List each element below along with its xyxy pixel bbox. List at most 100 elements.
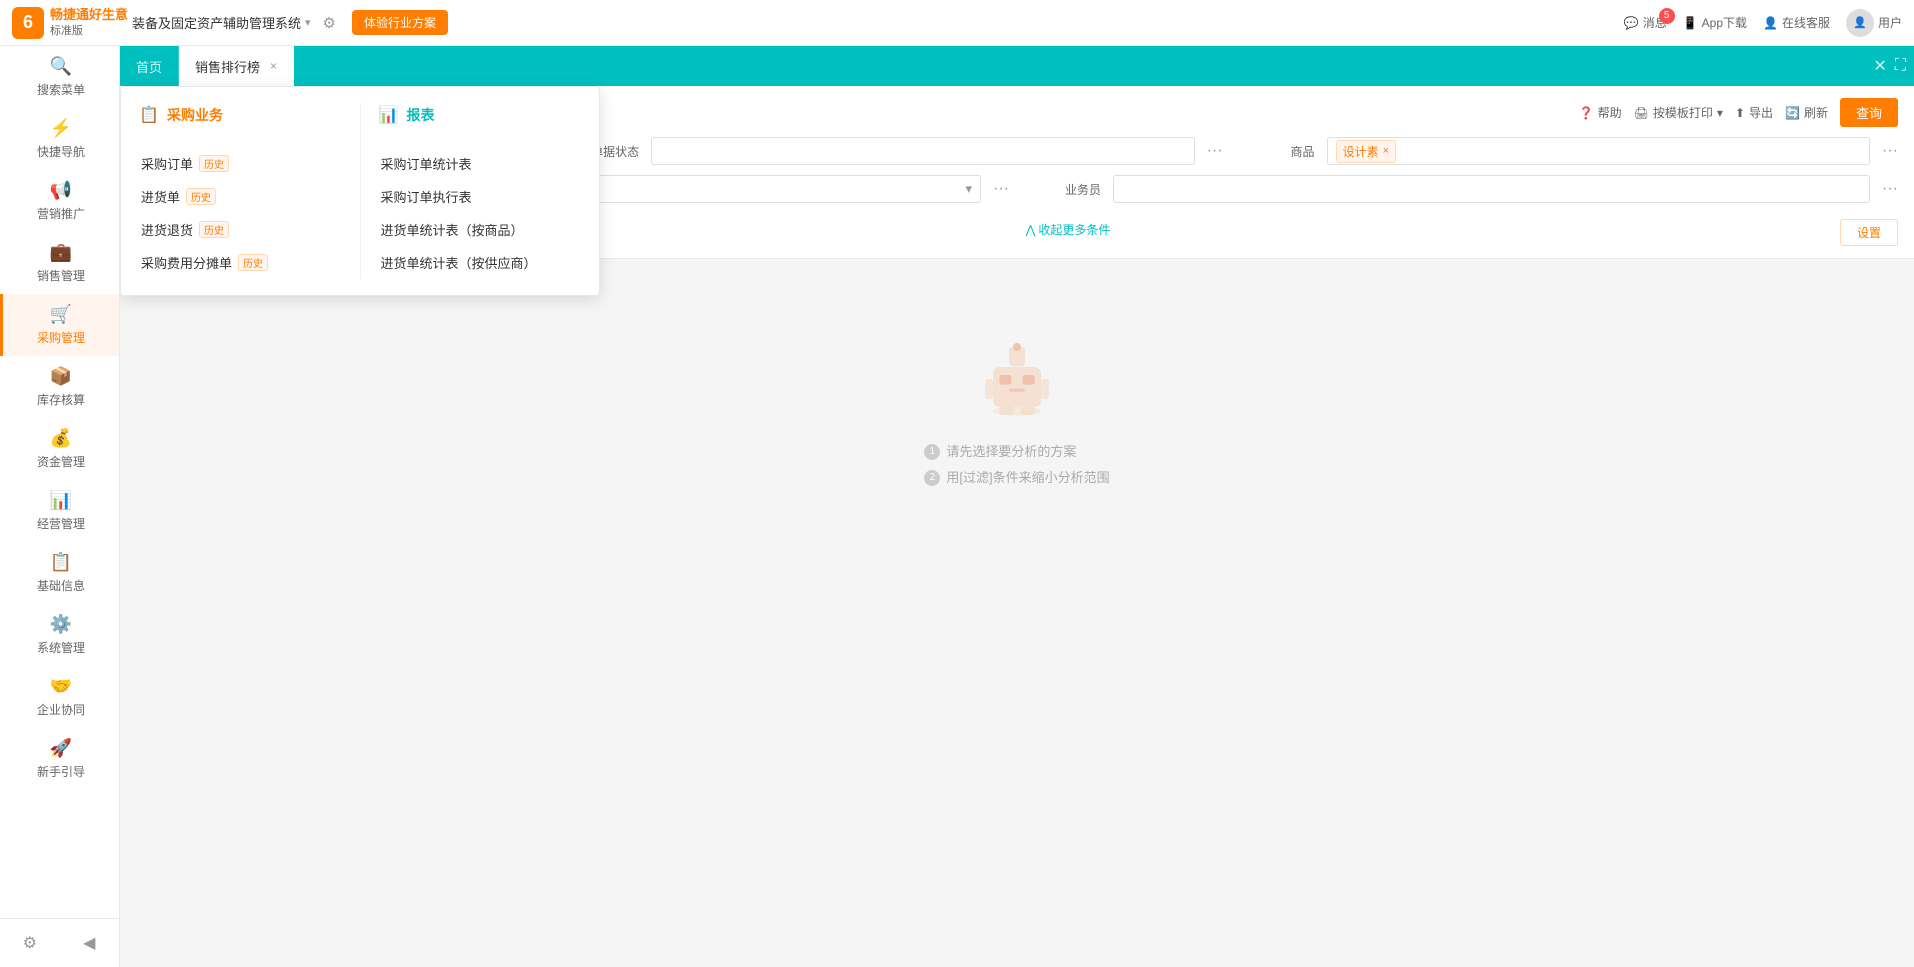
goods-label: 商品 [1255,143,1315,160]
tab-home[interactable]: 首页 [120,46,179,86]
dropdown-col-report: 📊 报表 采购订单统计表 采购订单执行表 进货单统计表（按商品） 进货单统计表（… [377,103,584,279]
close-window-icon[interactable]: ✕ [1873,56,1886,76]
print-chevron[interactable]: ▾ [1717,106,1723,120]
app-download-btn[interactable]: 📱 App下载 [1683,14,1747,31]
sidebar-label-finance: 资金管理 [37,453,85,470]
sidebar-item-operations[interactable]: 📊 经营管理 [0,480,119,542]
sidebar-item-collaboration[interactable]: 🤝 企业协同 [0,666,119,728]
voucher-status-input[interactable] [651,137,1194,165]
export-icon: ⬆ [1735,106,1745,120]
online-service-btn[interactable]: 👤 在线客服 [1763,14,1830,31]
collaboration-icon: 🤝 [50,676,72,697]
purchase-dropdown-menu: 📋 采购业务 采购订单 历史 进货单 历史 进货退货 历史 [120,86,600,296]
purchase-menu-icon: 📋 [137,103,161,127]
sidebar-collapse-btn[interactable]: ◀ [60,927,120,959]
industry-btn[interactable]: 体验行业方案 [352,10,448,35]
report-menu-icon: 📊 [377,103,401,127]
help-btn[interactable]: ❓ 帮助 [1579,104,1622,121]
dropdown-item-expense[interactable]: 采购费用分摊单 历史 [137,246,344,279]
operations-icon: 📊 [50,490,72,511]
finance-icon: 💰 [50,428,72,449]
setting-btn[interactable]: 设置 [1840,219,1898,246]
marketing-icon: 📢 [50,180,72,201]
app-version: 标准版 [50,24,128,38]
guide-icon: 🚀 [50,738,72,759]
system-title-chevron[interactable]: ▾ [305,16,311,29]
sidebar-item-quicknav[interactable]: ⚡ 快捷导航 [0,108,119,170]
purchase-icon: 🛒 [50,304,72,325]
search-icon: 🔍 [50,56,72,77]
refresh-icon: 🔄 [1785,106,1800,120]
sidebar-label-inventory: 库存核算 [37,391,85,408]
dropdown-item-po-exec[interactable]: 采购订单执行表 [377,180,584,213]
sidebar-item-inventory[interactable]: 📦 库存核算 [0,356,119,418]
top-center: 装备及固定资产辅助管理系统 ▾ ⚙ 体验行业方案 [132,10,1624,35]
content-area: 首页 销售排行榜 × ✕ ⛶ 📋 采购业务 采 [120,46,1914,967]
empty-tip-row-1: 1 请先选择要分析的方案 [924,439,1109,465]
sidebar-item-system[interactable]: ⚙️ 系统管理 [0,604,119,666]
expense-label: 采购费用分摊单 [141,253,232,272]
receipt-history-badge: 历史 [186,188,216,205]
receipt-label: 进货单 [141,187,180,206]
tip-num-2: 2 [924,470,940,486]
toolbar-right: ❓ 帮助 🖨 按模板打印 ▾ ⬆ 导出 🔄 [1579,98,1898,127]
sidebar-item-search[interactable]: 🔍 搜索菜单 [0,46,119,108]
goods-dots[interactable]: ··· [1882,142,1898,160]
collapse-icon: ⋀ [1026,223,1036,237]
message-btn[interactable]: 💬 消息 5 [1624,14,1667,31]
sidebar-label-marketing: 营销推广 [37,205,85,222]
sidebar-label-quicknav: 快捷导航 [37,143,85,160]
dropdown-item-receipt-stat-supplier[interactable]: 进货单统计表（按供应商） [377,246,584,279]
goods-tag-close[interactable]: × [1383,145,1389,157]
dropdown-col-report-title: 📊 报表 [377,103,584,135]
sidebar-label-search: 搜索菜单 [37,81,85,98]
query-btn[interactable]: 查询 [1840,98,1898,127]
print-btn[interactable]: 🖨 按模板打印 ▾ [1634,104,1723,121]
phone-icon: 📱 [1683,16,1698,30]
tab-bar: 首页 销售排行榜 × ✕ ⛶ 📋 采购业务 采 [120,46,1914,86]
tab-sales-ranking[interactable]: 销售排行榜 × [179,46,294,86]
sidebar-bottom: ⚙ ◀ [0,918,119,967]
dropdown-item-return[interactable]: 进货退货 历史 [137,213,344,246]
sidebar-label-basic-info: 基础信息 [37,577,85,594]
goods-input[interactable]: 设计素 × [1327,137,1870,165]
user-avatar: 👤 [1846,9,1874,37]
salesman-dots[interactable]: ··· [1882,180,1898,198]
dropdown-item-receipt[interactable]: 进货单 历史 [137,180,344,213]
export-btn[interactable]: ⬆ 导出 [1735,104,1773,121]
sidebar-item-finance[interactable]: 💰 资金管理 [0,418,119,480]
main-layout: 🔍 搜索菜单 ⚡ 快捷导航 📢 营销推广 💼 销售管理 🛒 采购管理 📦 库存核… [0,46,1914,967]
salesman-input[interactable] [1113,175,1870,203]
empty-state-tips: 1 请先选择要分析的方案 2 用[过滤]条件来缩小分析范围 [924,439,1109,491]
print-icon: 🖨 [1634,106,1649,120]
sidebar-settings-btn[interactable]: ⚙ [0,927,60,959]
user-btn[interactable]: 👤 用户 [1846,9,1902,37]
return-history-badge: 历史 [199,221,229,238]
maximize-window-icon[interactable]: ⛶ [1895,57,1906,75]
dropdown-item-receipt-stat-goods[interactable]: 进货单统计表（按商品） [377,213,584,246]
tip-num-1: 1 [924,444,940,460]
sidebar-label-collaboration: 企业协同 [37,701,85,718]
refresh-btn[interactable]: 🔄 刷新 [1785,104,1828,121]
sidebar-item-basic-info[interactable]: 📋 基础信息 [0,542,119,604]
dropdown-item-po-stat[interactable]: 采购订单统计表 [377,147,584,180]
rank-dots[interactable]: ··· [993,180,1009,198]
dropdown-item-po[interactable]: 采购订单 历史 [137,147,344,180]
empty-state-icon [967,339,1067,419]
sidebar-item-guide[interactable]: 🚀 新手引导 [0,728,119,790]
gear-icon[interactable]: ⚙ [323,14,336,32]
sidebar-label-operations: 经营管理 [37,515,85,532]
expense-history-badge: 历史 [238,254,268,271]
sidebar-item-sales[interactable]: 💼 销售管理 [0,232,119,294]
rank-chevron: ▾ [965,181,972,197]
message-icon: 💬 [1624,16,1639,30]
app-name: 畅捷通好生意 [50,7,128,24]
empty-tip-row-2: 2 用[过滤]条件来缩小分析范围 [924,465,1109,491]
sidebar-item-purchase[interactable]: 🛒 采购管理 [0,294,119,356]
voucher-status-dots[interactable]: ··· [1207,142,1223,160]
sidebar-item-marketing[interactable]: 📢 营销推广 [0,170,119,232]
tab-close-icon[interactable]: × [270,59,277,73]
tab-window-btns: ✕ ⛶ [1865,56,1914,76]
collapse-btn[interactable]: ⋀ 收起更多条件 [1026,221,1111,238]
help-icon: ❓ [1579,106,1594,120]
